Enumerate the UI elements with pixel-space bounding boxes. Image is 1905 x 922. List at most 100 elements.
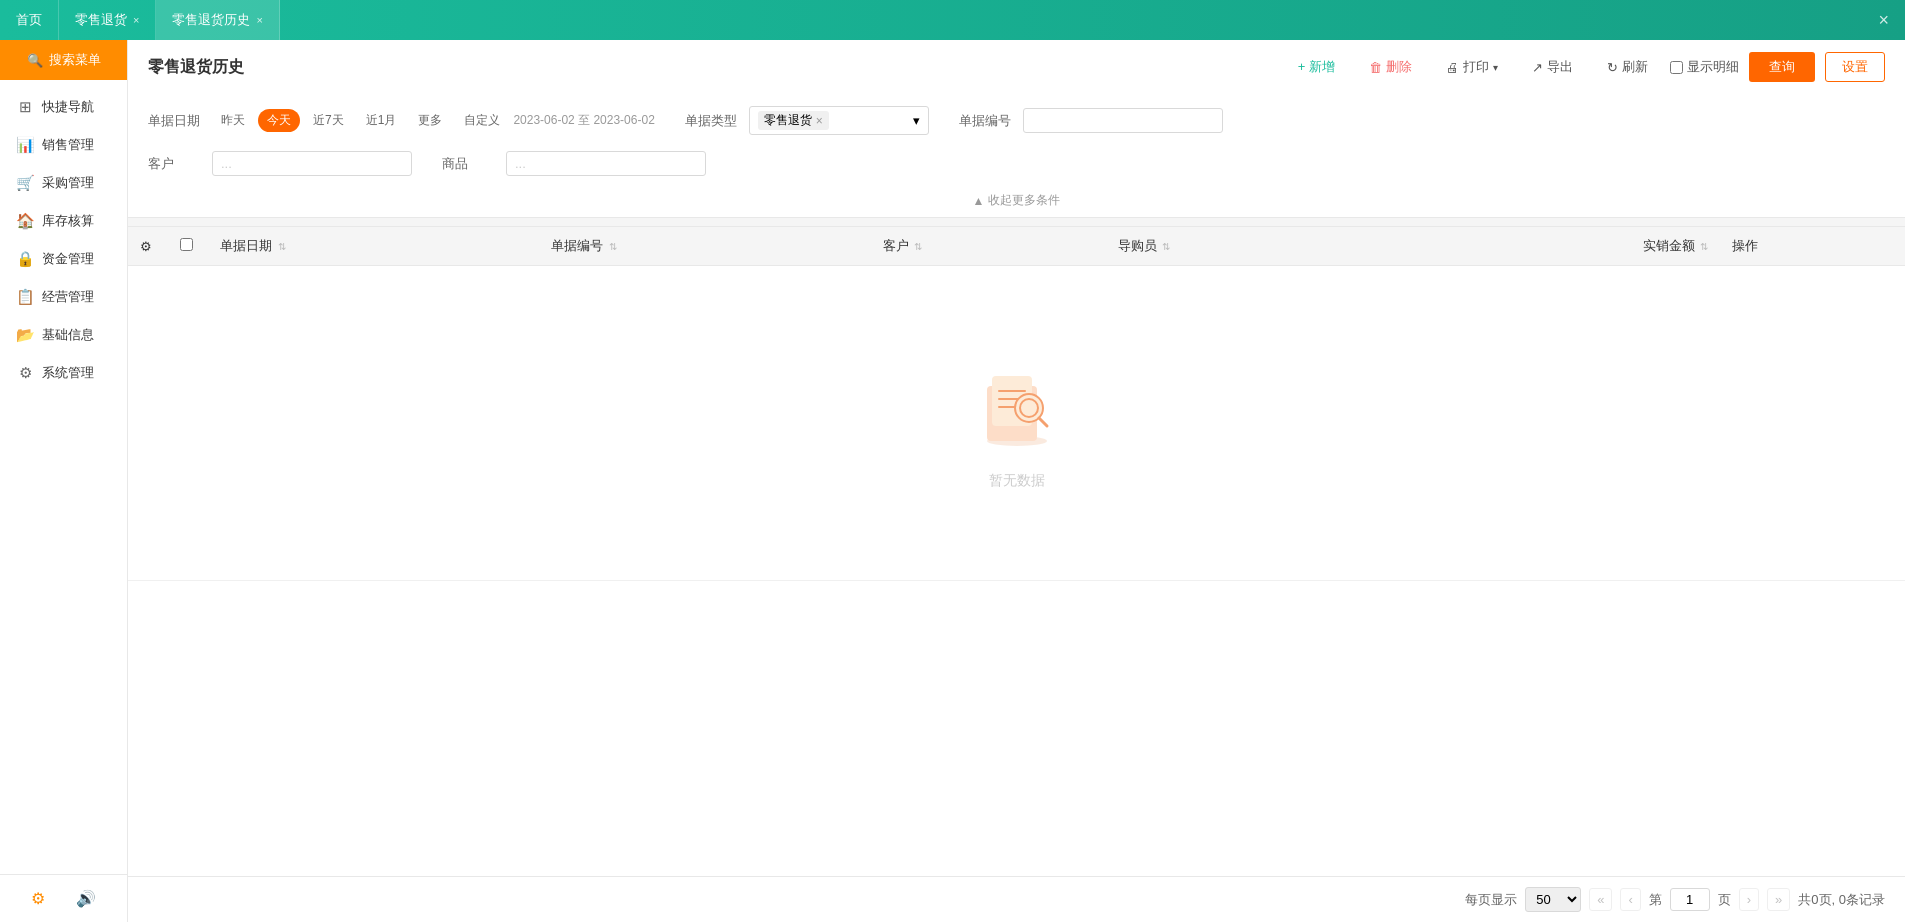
date-btn-7days[interactable]: 近7天	[304, 109, 353, 132]
print-button[interactable]: 🖨 打印 ▾	[1434, 53, 1510, 81]
page-input[interactable]: 1	[1670, 888, 1710, 911]
prev-page-button[interactable]: ‹	[1620, 888, 1640, 911]
top-bar: 首页 零售退货 × 零售退货历史 × ×	[0, 0, 1905, 40]
date-btn-1month[interactable]: 近1月	[357, 109, 406, 132]
sidebar-item-sales-mgmt-label: 销售管理	[42, 136, 94, 154]
th-guide[interactable]: 导购员 ⇅	[1106, 227, 1389, 266]
date-range-display: 2023-06-02 至 2023-06-02	[513, 112, 654, 129]
th-customer[interactable]: 客户 ⇅	[871, 227, 1106, 266]
settings-button[interactable]: 设置	[1825, 52, 1885, 82]
show-detail-label: 显示明细	[1687, 58, 1739, 76]
type-filter-dropdown-icon: ▾	[913, 113, 920, 128]
operation-mgmt-icon: 📋	[16, 288, 34, 306]
tab-retail-return-history-close[interactable]: ×	[256, 14, 262, 26]
delete-icon: 🗑	[1369, 60, 1382, 75]
sidebar-item-operation-mgmt[interactable]: 📋 经营管理	[0, 278, 127, 316]
amount-sort-icon[interactable]: ⇅	[1700, 241, 1708, 252]
table-header-row: ⚙ 单据日期 ⇅ 单据编号 ⇅	[128, 227, 1905, 266]
sidebar-item-inventory-label: 库存核算	[42, 212, 94, 230]
sidebar-item-quick-nav[interactable]: ⊞ 快捷导航	[0, 88, 127, 126]
page-title-row: 零售退货历史 + 新增 🗑 删除 🖨 打印 ▾ ↗ 导出	[148, 52, 1885, 82]
th-amount[interactable]: 实销金额 ⇅	[1389, 227, 1720, 266]
sidebar-search[interactable]: 🔍 搜索菜单	[0, 40, 127, 80]
sidebar-item-system-mgmt[interactable]: ⚙ 系统管理	[0, 354, 127, 392]
th-date[interactable]: 单据日期 ⇅	[208, 227, 539, 266]
th-checkbox[interactable]	[168, 227, 208, 266]
select-all-checkbox[interactable]	[180, 238, 193, 251]
tab-home-label: 首页	[16, 11, 42, 29]
empty-text: 暂无数据	[989, 472, 1045, 490]
new-button[interactable]: + 新增	[1286, 53, 1347, 81]
page-title: 零售退货历史	[148, 57, 244, 78]
svg-line-8	[1039, 418, 1047, 426]
sidebar-search-label: 搜索菜单	[49, 51, 101, 69]
column-settings-icon[interactable]: ⚙	[140, 239, 152, 254]
page-header: 零售退货历史 + 新增 🗑 删除 🖨 打印 ▾ ↗ 导出	[128, 40, 1905, 218]
export-label: 导出	[1547, 58, 1573, 76]
date-filter: 昨天 今天 近7天 近1月 更多 自定义 2023-06-02 至 2023-0…	[212, 109, 655, 132]
guide-sort-icon[interactable]: ⇅	[1162, 241, 1170, 252]
table-area: ⚙ 单据日期 ⇅ 单据编号 ⇅	[128, 226, 1905, 876]
first-page-button[interactable]: «	[1589, 888, 1612, 911]
query-button[interactable]: 查询	[1749, 52, 1815, 82]
code-filter-input[interactable]	[1023, 108, 1223, 133]
tab-home[interactable]: 首页	[0, 0, 59, 40]
show-detail-input[interactable]	[1670, 61, 1683, 74]
sidebar-item-inventory[interactable]: 🏠 库存核算	[0, 202, 127, 240]
basic-info-icon: 📂	[16, 326, 34, 344]
customer-filter-item: 客户 ...	[148, 151, 412, 176]
sidebar-item-purchase-mgmt[interactable]: 🛒 采购管理	[0, 164, 127, 202]
tab-retail-return[interactable]: 零售退货 ×	[59, 0, 156, 40]
delete-label: 删除	[1386, 58, 1412, 76]
page-label: 第	[1649, 891, 1662, 909]
goods-filter-item: 商品 ...	[442, 151, 706, 176]
print-icon: 🖨	[1446, 60, 1459, 75]
customer-sort-icon[interactable]: ⇅	[914, 241, 922, 252]
type-filter-tag-close[interactable]: ×	[816, 114, 823, 128]
export-button[interactable]: ↗ 导出	[1520, 53, 1585, 81]
export-icon: ↗	[1532, 60, 1543, 75]
quick-nav-icon: ⊞	[16, 98, 34, 116]
refresh-label: 刷新	[1622, 58, 1648, 76]
next-page-button[interactable]: ›	[1739, 888, 1759, 911]
sidebar-item-sales-mgmt[interactable]: 📊 销售管理	[0, 126, 127, 164]
sidebar-bottom: ⚙ 🔊	[0, 874, 127, 922]
date-btn-custom[interactable]: 自定义	[455, 109, 509, 132]
window-close-button[interactable]: ×	[1862, 10, 1905, 31]
sidebar-item-basic-info[interactable]: 📂 基础信息	[0, 316, 127, 354]
customer-filter-input[interactable]: ...	[212, 151, 412, 176]
settings-bottom-btn[interactable]: ⚙	[31, 889, 45, 908]
collapse-icon: ▲	[973, 194, 985, 208]
refresh-button[interactable]: ↻ 刷新	[1595, 53, 1660, 81]
th-customer-label: 客户	[883, 238, 909, 253]
search-icon: 🔍	[27, 53, 43, 68]
tab-retail-return-history[interactable]: 零售退货历史 ×	[156, 0, 279, 40]
collapse-button[interactable]: ▲ 收起更多条件	[973, 192, 1061, 209]
per-page-select[interactable]: 10 20 50 100	[1525, 887, 1581, 912]
print-label: 打印	[1463, 58, 1489, 76]
date-sort-icon[interactable]: ⇅	[278, 241, 286, 252]
code-sort-icon[interactable]: ⇅	[609, 241, 617, 252]
customer-placeholder: ...	[221, 156, 232, 171]
refresh-icon: ↻	[1607, 60, 1618, 75]
table-body: 暂无数据	[128, 266, 1905, 581]
th-code[interactable]: 单据编号 ⇅	[539, 227, 870, 266]
date-btn-yesterday[interactable]: 昨天	[212, 109, 254, 132]
last-page-button[interactable]: »	[1767, 888, 1790, 911]
type-filter-select[interactable]: 零售退货 × ▾	[749, 106, 929, 135]
print-chevron-icon: ▾	[1493, 62, 1498, 73]
filter-row-1: 单据日期 昨天 今天 近7天 近1月 更多 自定义 2023-06-02 至 2…	[148, 102, 1885, 147]
th-settings[interactable]: ⚙	[128, 227, 168, 266]
delete-button[interactable]: 🗑 删除	[1357, 53, 1424, 81]
sidebar-item-capital-mgmt[interactable]: 🔒 资金管理	[0, 240, 127, 278]
tab-retail-return-history-label: 零售退货历史	[172, 11, 250, 29]
tab-retail-return-close[interactable]: ×	[133, 14, 139, 26]
goods-filter-input[interactable]: ...	[506, 151, 706, 176]
sales-mgmt-icon: 📊	[16, 136, 34, 154]
th-guide-label: 导购员	[1118, 238, 1157, 253]
date-btn-more[interactable]: 更多	[409, 109, 451, 132]
volume-bottom-btn[interactable]: 🔊	[76, 889, 96, 908]
date-btn-today[interactable]: 今天	[258, 109, 300, 132]
capital-mgmt-icon: 🔒	[16, 250, 34, 268]
show-detail-checkbox[interactable]: 显示明细	[1670, 58, 1739, 76]
